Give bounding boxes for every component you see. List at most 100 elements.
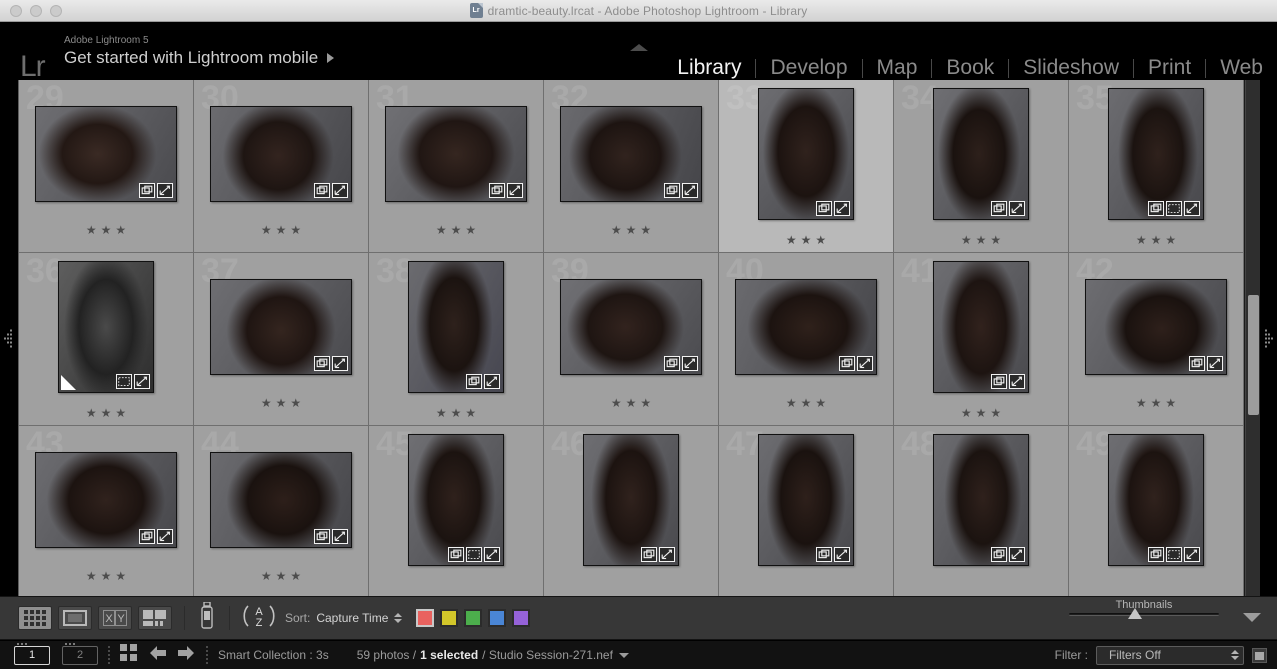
identity-plate[interactable]: Adobe Lightroom 5 Get started with Light… — [64, 34, 335, 69]
left-panel-toggle[interactable] — [0, 80, 18, 596]
star-icon[interactable]: ★ — [1136, 397, 1147, 409]
develop-icon[interactable] — [1009, 374, 1025, 389]
star-icon[interactable]: ★ — [115, 570, 126, 582]
crop-icon[interactable] — [839, 356, 855, 371]
star-rating[interactable]: ★ ★ ★ — [894, 234, 1068, 246]
star-icon[interactable]: ★ — [801, 234, 812, 246]
dots-icon[interactable] — [116, 374, 132, 389]
grid-cell[interactable]: 45 — [369, 426, 544, 596]
crop-icon[interactable] — [991, 201, 1007, 216]
grid-cell[interactable]: 47 — [719, 426, 894, 596]
crop-icon[interactable] — [466, 374, 482, 389]
photo-thumbnail[interactable] — [758, 434, 854, 566]
develop-icon[interactable] — [834, 547, 850, 562]
develop-icon[interactable] — [1009, 201, 1025, 216]
develop-icon[interactable] — [834, 201, 850, 216]
develop-icon[interactable] — [134, 374, 150, 389]
develop-icon[interactable] — [857, 356, 873, 371]
second-screen-button[interactable]: 2 — [62, 642, 98, 665]
dots-icon[interactable] — [466, 547, 482, 562]
star-icon[interactable]: ★ — [261, 397, 272, 409]
star-icon[interactable]: ★ — [961, 234, 972, 246]
grid-cell[interactable]: 48 — [894, 426, 1069, 596]
grid-view-button[interactable] — [18, 606, 52, 630]
star-rating[interactable]: ★ ★ ★ — [19, 224, 193, 236]
star-icon[interactable]: ★ — [611, 397, 622, 409]
photo-thumbnail[interactable] — [210, 106, 352, 202]
star-icon[interactable]: ★ — [436, 224, 447, 236]
photo-thumbnail[interactable] — [385, 106, 527, 202]
grid-cell[interactable]: 39 ★ ★ ★ — [544, 253, 719, 426]
dots-icon[interactable] — [1166, 547, 1182, 562]
crop-icon[interactable] — [816, 201, 832, 216]
star-rating[interactable]: ★ ★ ★ — [544, 224, 718, 236]
crop-icon[interactable] — [314, 356, 330, 371]
develop-icon[interactable] — [484, 547, 500, 562]
crop-icon[interactable] — [314, 183, 330, 198]
sort-stepper-icon[interactable] — [394, 613, 403, 623]
top-panel-collapse-icon[interactable] — [629, 44, 648, 51]
grid-cell[interactable]: 40 ★ ★ ★ — [719, 253, 894, 426]
grid-cell[interactable]: 33 ★ ★ ★ — [719, 80, 894, 253]
yellow-label-swatch[interactable] — [440, 609, 459, 627]
star-icon[interactable]: ★ — [276, 397, 287, 409]
crop-icon[interactable] — [1148, 201, 1164, 216]
crop-icon[interactable] — [664, 356, 680, 371]
crop-icon[interactable] — [816, 547, 832, 562]
filmstrip-grid-button[interactable] — [120, 643, 138, 667]
star-rating[interactable]: ★ ★ ★ — [369, 224, 543, 236]
photo-thumbnail[interactable] — [560, 106, 702, 202]
photo-thumbnail[interactable] — [35, 106, 177, 202]
star-icon[interactable]: ★ — [990, 234, 1001, 246]
develop-icon[interactable] — [1207, 356, 1223, 371]
grid-cell[interactable]: 30 ★ ★ ★ — [194, 80, 369, 253]
develop-icon[interactable] — [332, 183, 348, 198]
develop-icon[interactable] — [682, 356, 698, 371]
star-rating[interactable]: ★ ★ ★ — [194, 570, 368, 582]
red-label-swatch[interactable] — [416, 609, 435, 627]
module-library[interactable]: Library — [663, 56, 755, 80]
develop-icon[interactable] — [332, 529, 348, 544]
star-icon[interactable]: ★ — [626, 224, 637, 236]
photo-thumbnail[interactable] — [1108, 88, 1204, 220]
grid-cell[interactable]: 36 ★ ★ ★ — [19, 253, 194, 426]
compare-view-button[interactable]: X Y — [98, 606, 132, 630]
develop-icon[interactable] — [157, 183, 173, 198]
module-map[interactable]: Map — [863, 56, 932, 80]
star-icon[interactable]: ★ — [436, 407, 447, 419]
star-icon[interactable]: ★ — [961, 407, 972, 419]
grid-cell[interactable]: 31 ★ ★ ★ — [369, 80, 544, 253]
star-icon[interactable]: ★ — [276, 570, 287, 582]
crop-icon[interactable] — [641, 547, 657, 562]
crop-icon[interactable] — [991, 374, 1007, 389]
sort-direction-button[interactable]: A Z — [242, 603, 276, 634]
grid-cell[interactable]: 34 ★ ★ ★ — [894, 80, 1069, 253]
star-icon[interactable]: ★ — [101, 407, 112, 419]
photo-thumbnail[interactable] — [933, 88, 1029, 220]
star-icon[interactable]: ★ — [290, 224, 301, 236]
grid-cell[interactable]: 41 ★ ★ ★ — [894, 253, 1069, 426]
grid-cell[interactable]: 46 — [544, 426, 719, 596]
star-icon[interactable]: ★ — [86, 224, 97, 236]
module-develop[interactable]: Develop — [756, 56, 861, 80]
crop-icon[interactable] — [448, 547, 464, 562]
crop-icon[interactable] — [314, 529, 330, 544]
photo-thumbnail[interactable] — [933, 434, 1029, 566]
grid-cell[interactable]: 32 ★ ★ ★ — [544, 80, 719, 253]
star-icon[interactable]: ★ — [1165, 397, 1176, 409]
thumbnail-size-slider-handle[interactable] — [1128, 608, 1142, 619]
selected-filename[interactable]: / Studio Session-271.nef — [482, 648, 613, 662]
crop-icon[interactable] — [1148, 547, 1164, 562]
star-icon[interactable]: ★ — [815, 234, 826, 246]
selected-file-chevron-down-icon[interactable] — [618, 652, 629, 658]
star-rating[interactable]: ★ ★ ★ — [369, 407, 543, 419]
toolbar-chevron-down-icon[interactable] — [1243, 613, 1261, 622]
green-label-swatch[interactable] — [464, 609, 483, 627]
thumbnail-size-slider[interactable] — [1069, 608, 1219, 619]
star-icon[interactable]: ★ — [290, 570, 301, 582]
star-rating[interactable]: ★ ★ ★ — [19, 407, 193, 419]
star-icon[interactable]: ★ — [976, 234, 987, 246]
star-icon[interactable]: ★ — [990, 407, 1001, 419]
star-icon[interactable]: ★ — [1151, 397, 1162, 409]
star-icon[interactable]: ★ — [261, 570, 272, 582]
